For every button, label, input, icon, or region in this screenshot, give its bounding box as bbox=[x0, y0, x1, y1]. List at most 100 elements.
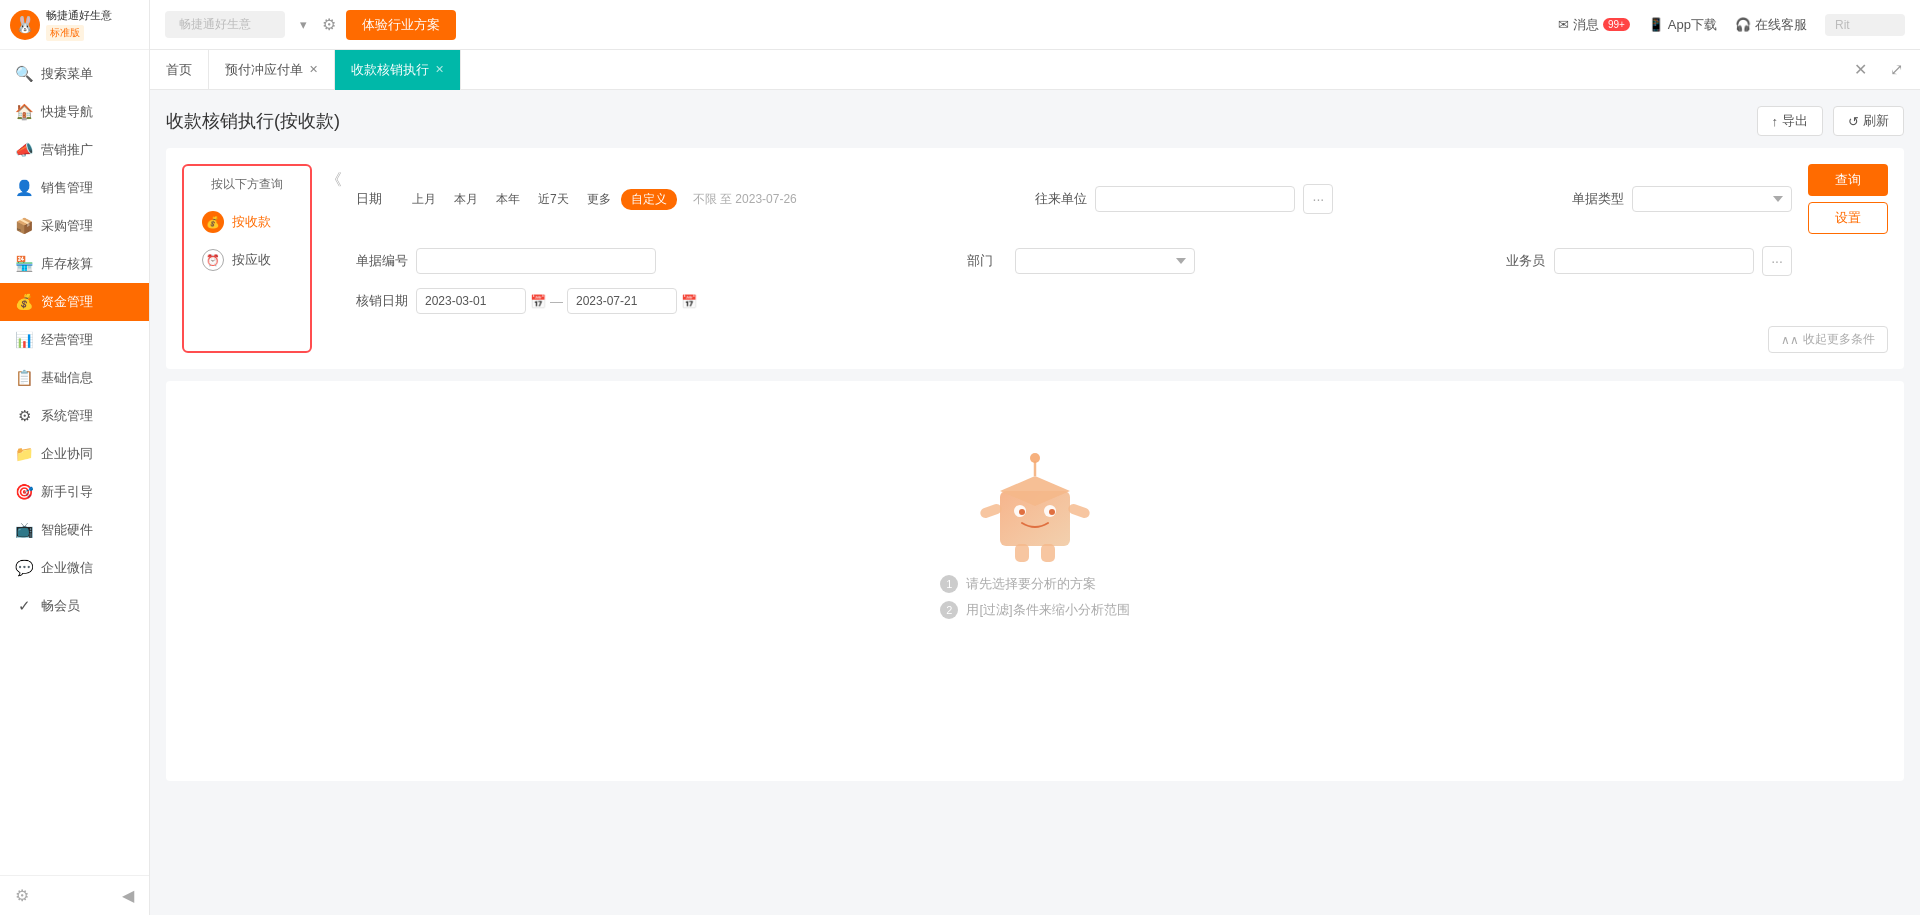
tab-receipt-verify-close-icon[interactable]: ✕ bbox=[435, 63, 444, 76]
verify-date-start-input[interactable] bbox=[416, 288, 526, 314]
sidebar-label-enterprise: 企业协同 bbox=[41, 445, 93, 463]
tab-receipt-verify[interactable]: 收款核销执行 ✕ bbox=[335, 50, 461, 90]
sidebar-collapse-icon[interactable]: ◀ bbox=[122, 886, 134, 905]
sidebar-item-finance[interactable]: 💰 资金管理 bbox=[0, 283, 149, 321]
export-icon: ↑ bbox=[1772, 114, 1779, 129]
sidebar-settings-icon[interactable]: ⚙ bbox=[15, 886, 29, 905]
tip-num-2: 2 bbox=[940, 601, 958, 619]
verify-date-end-input[interactable] bbox=[567, 288, 677, 314]
tab-close-all-btn[interactable]: ✕ bbox=[1846, 56, 1874, 84]
empty-tip-2: 用[过滤]条件来缩小分析范围 bbox=[966, 597, 1129, 623]
filter-collapse-btn[interactable]: 《 bbox=[324, 164, 344, 353]
tabbar-actions: ✕ ⤢ bbox=[1846, 56, 1920, 84]
staff-ellipsis-btn[interactable]: ··· bbox=[1762, 246, 1792, 276]
filter-panel: 按以下方查询 💰 按收款 ⏰ 按应收 《 日期 bbox=[166, 148, 1904, 369]
filter-by-receipt[interactable]: 💰 按收款 bbox=[192, 203, 302, 241]
sales-icon: 👤 bbox=[15, 179, 33, 197]
collapse-more-row: ∧∧ 收起更多条件 bbox=[356, 326, 1888, 353]
filter-actions-col: 查询 设置 bbox=[1808, 164, 1888, 234]
chevron-down-icon[interactable]: ▾ bbox=[300, 17, 307, 32]
sidebar-label-guide: 新手引导 bbox=[41, 483, 93, 501]
partner-ellipsis-btn[interactable]: ··· bbox=[1303, 184, 1333, 214]
app-download-btn[interactable]: 📱 App下载 bbox=[1648, 16, 1717, 34]
filter-type-sidebar: 按以下方查询 💰 按收款 ⏰ 按应收 bbox=[182, 164, 312, 353]
empty-state: 1 请先选择要分析的方案 2 用[过滤]条件来缩小分析范围 bbox=[166, 381, 1904, 683]
filter-date-field: 日期 上月 本月 本年 近7天 更多 自定义 bbox=[356, 188, 677, 211]
by-receipt-label: 按收款 bbox=[232, 213, 271, 231]
empty-tips: 1 请先选择要分析的方案 2 用[过滤]条件来缩小分析范围 bbox=[940, 571, 1129, 623]
sidebar-label-marketing: 营销推广 bbox=[41, 141, 93, 159]
tab-prepay-close-icon[interactable]: ✕ bbox=[309, 63, 318, 76]
gear-icon[interactable]: ⚙ bbox=[322, 15, 336, 34]
sidebar-label-system: 系统管理 bbox=[41, 407, 93, 425]
finance-icon: 💰 bbox=[15, 293, 33, 311]
sidebar-item-guide[interactable]: 🎯 新手引导 bbox=[0, 473, 149, 511]
date-no-limit-text: 不限 至 2023-07-26 bbox=[693, 191, 797, 208]
order-type-label: 单据类型 bbox=[1572, 190, 1624, 208]
svg-rect-6 bbox=[979, 503, 1003, 520]
svg-rect-9 bbox=[1041, 544, 1055, 562]
date-tab-this-year[interactable]: 本年 bbox=[488, 188, 528, 211]
sidebar-item-basic-info[interactable]: 📋 基础信息 bbox=[0, 359, 149, 397]
filter-by-receivable[interactable]: ⏰ 按应收 bbox=[192, 241, 302, 279]
tip-num-1: 1 bbox=[940, 575, 958, 593]
sidebar-label-smart-hw: 智能硬件 bbox=[41, 521, 93, 539]
logo-sub: 标准版 bbox=[46, 25, 84, 41]
refresh-btn[interactable]: ↺ 刷新 bbox=[1833, 106, 1904, 136]
date-tab-this-month[interactable]: 本月 bbox=[446, 188, 486, 211]
message-icon: ✉ bbox=[1558, 17, 1569, 32]
online-service-btn[interactable]: 🎧 在线客服 bbox=[1735, 16, 1807, 34]
sidebar-item-vip[interactable]: ✓ 畅会员 bbox=[0, 587, 149, 625]
sidebar-logo: 🐰 畅捷通好生意 标准版 bbox=[0, 0, 149, 50]
tab-home[interactable]: 首页 bbox=[150, 50, 209, 90]
sidebar-item-purchase[interactable]: 📦 采购管理 bbox=[0, 207, 149, 245]
date-tab-last-month[interactable]: 上月 bbox=[404, 188, 444, 211]
dept-select[interactable] bbox=[1015, 248, 1195, 274]
sidebar-item-marketing[interactable]: 📣 营销推广 bbox=[0, 131, 149, 169]
sidebar-item-search-menu[interactable]: 🔍 搜索菜单 bbox=[0, 55, 149, 93]
sidebar-label-wechat: 企业微信 bbox=[41, 559, 93, 577]
doc-no-label: 单据编号 bbox=[356, 252, 408, 270]
quick-nav-icon: 🏠 bbox=[15, 103, 33, 121]
svg-rect-8 bbox=[1015, 544, 1029, 562]
export-btn[interactable]: ↑ 导出 bbox=[1757, 106, 1824, 136]
filter-dept-field: 部门 bbox=[967, 248, 1195, 274]
date-label: 日期 bbox=[356, 190, 396, 208]
sidebar-item-system[interactable]: ⚙ 系统管理 bbox=[0, 397, 149, 435]
logo-icon: 🐰 bbox=[10, 10, 40, 40]
dept-label: 部门 bbox=[967, 252, 1007, 270]
sidebar-item-sales[interactable]: 👤 销售管理 bbox=[0, 169, 149, 207]
date-tabs: 上月 本月 本年 近7天 更多 自定义 bbox=[404, 188, 677, 211]
sidebar-item-smart-hw[interactable]: 📺 智能硬件 bbox=[0, 511, 149, 549]
smart-hw-icon: 📺 bbox=[15, 521, 33, 539]
sidebar-item-inventory[interactable]: 🏪 库存核算 bbox=[0, 245, 149, 283]
industry-btn[interactable]: 体验行业方案 bbox=[346, 10, 456, 40]
by-receivable-icon: ⏰ bbox=[202, 249, 224, 271]
date-tab-7days[interactable]: 近7天 bbox=[530, 188, 577, 211]
guide-icon: 🎯 bbox=[15, 483, 33, 501]
operation-icon: 📊 bbox=[15, 331, 33, 349]
doc-no-input[interactable] bbox=[416, 248, 656, 274]
user-avatar[interactable]: Rit bbox=[1825, 14, 1905, 36]
order-type-select[interactable] bbox=[1632, 186, 1792, 212]
message-badge: 99+ bbox=[1603, 18, 1630, 31]
collapse-more-btn[interactable]: ∧∧ 收起更多条件 bbox=[1768, 326, 1888, 353]
date-tab-custom[interactable]: 自定义 bbox=[621, 189, 677, 210]
tab-expand-btn[interactable]: ⤢ bbox=[1882, 56, 1910, 84]
message-btn[interactable]: ✉ 消息 99+ bbox=[1558, 16, 1630, 34]
verify-date-start-calendar-icon[interactable]: 📅 bbox=[530, 294, 546, 309]
sidebar-item-quick-nav[interactable]: 🏠 快捷导航 bbox=[0, 93, 149, 131]
query-btn[interactable]: 查询 bbox=[1808, 164, 1888, 196]
sidebar: 🐰 畅捷通好生意 标准版 🔍 搜索菜单 🏠 快捷导航 📣 营销推广 👤 销售管理… bbox=[0, 0, 150, 915]
sidebar-item-wechat[interactable]: 💬 企业微信 bbox=[0, 549, 149, 587]
date-tab-more[interactable]: 更多 bbox=[579, 188, 619, 211]
system-icon: ⚙ bbox=[15, 407, 33, 425]
sidebar-item-operation[interactable]: 📊 经营管理 bbox=[0, 321, 149, 359]
verify-date-end-calendar-icon[interactable]: 📅 bbox=[681, 294, 697, 309]
staff-input[interactable] bbox=[1554, 248, 1754, 274]
partner-input[interactable] bbox=[1095, 186, 1295, 212]
topbar-brand: 畅捷通好生意 bbox=[165, 11, 285, 38]
sidebar-item-enterprise[interactable]: 📁 企业协同 bbox=[0, 435, 149, 473]
settings-btn[interactable]: 设置 bbox=[1808, 202, 1888, 234]
tab-prepay[interactable]: 预付冲应付单 ✕ bbox=[209, 50, 335, 90]
